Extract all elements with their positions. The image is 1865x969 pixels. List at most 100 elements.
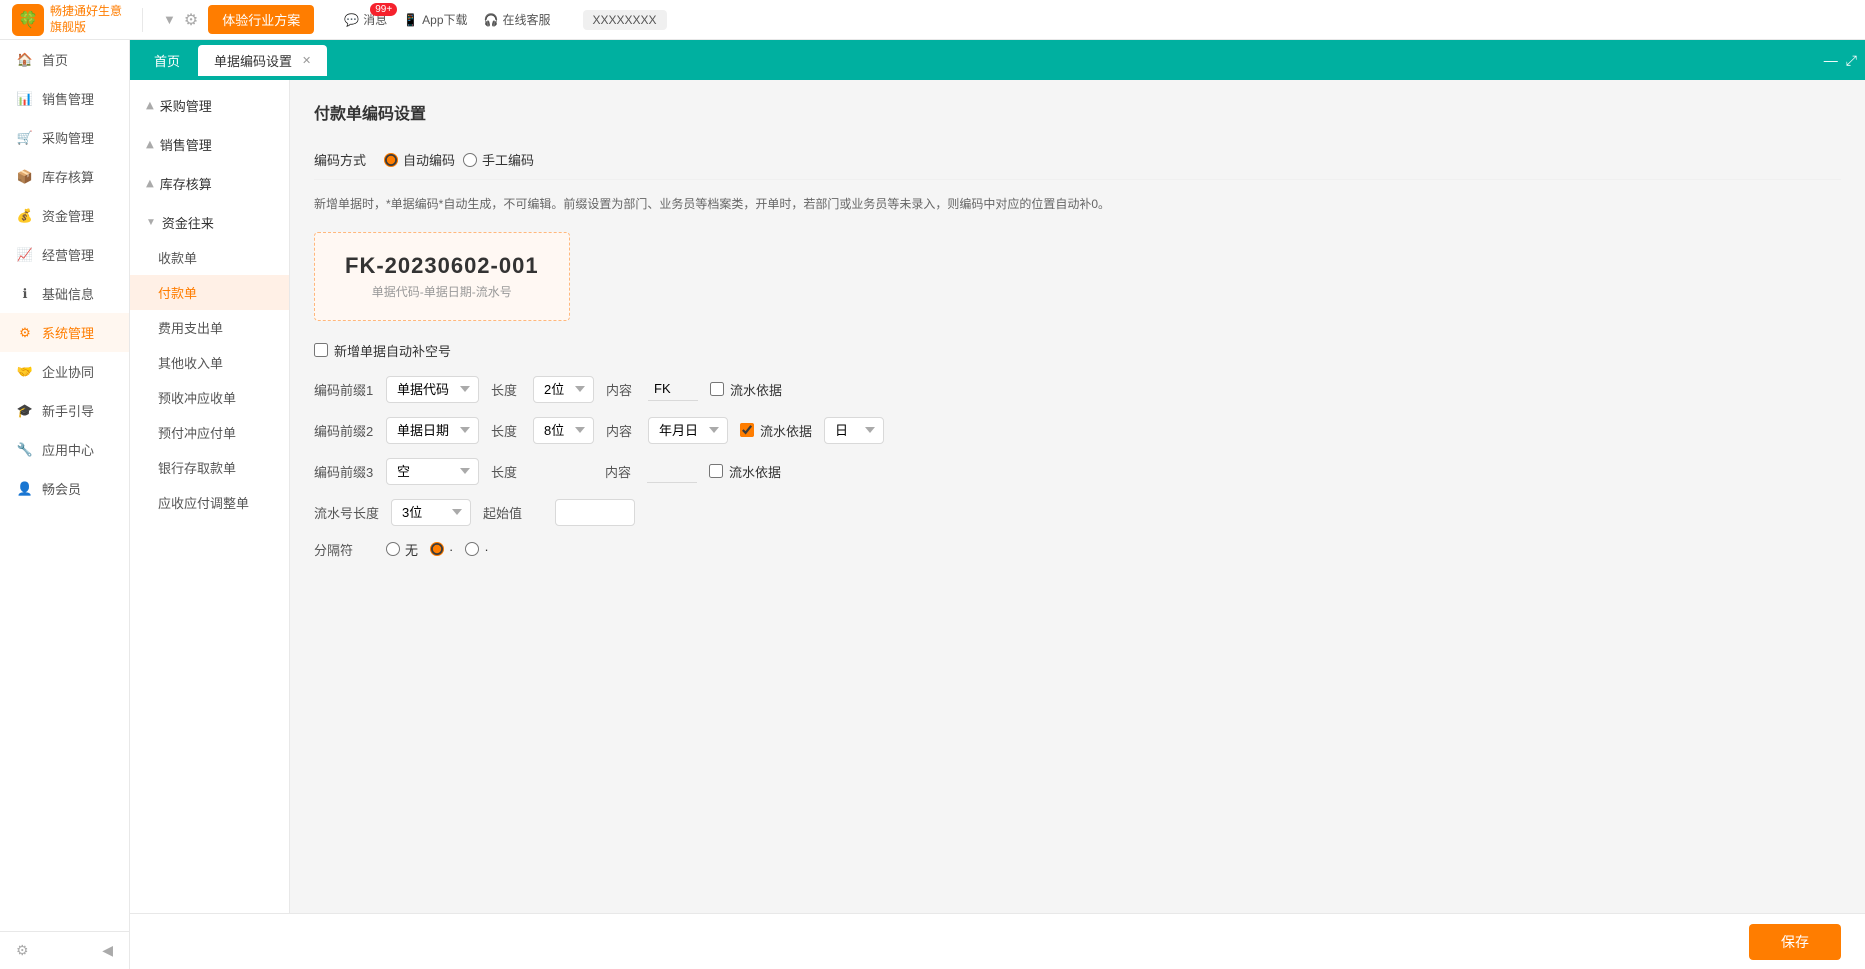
sub-group-inventory: ▶ 库存核算 [130, 166, 289, 201]
sub-sidebar: ▶ 采购管理 ▶ 销售管理 ▶ 库存核算 [130, 80, 290, 913]
sep-none-input[interactable] [386, 542, 400, 556]
sidebar-item-home[interactable]: 🏠 首页 [0, 40, 129, 79]
sep-dot-input[interactable] [430, 542, 444, 556]
app-download-item[interactable]: 📱 App下载 [403, 11, 467, 28]
save-button[interactable]: 保存 [1749, 924, 1841, 960]
sub-item-prepaid-offset[interactable]: 预付冲应付单 [130, 415, 289, 450]
sep-dot2-radio[interactable]: · [465, 542, 488, 557]
page-title: 付款单编码设置 [314, 100, 1841, 124]
serial-start-input[interactable]: 1 [555, 499, 635, 526]
prefix1-serial-checkbox[interactable] [710, 382, 724, 396]
bottom-bar: 保存 [130, 913, 1865, 969]
logo-text: 畅捷通好生意 旗舰版 [50, 4, 122, 35]
user-name[interactable]: XXXXXXXX [583, 10, 667, 30]
serial-length-select[interactable]: 3位 4位 5位 6位 [391, 499, 471, 526]
tab-home[interactable]: 首页 [138, 45, 196, 76]
sidebar-collapse-icon[interactable]: ◀ [102, 942, 113, 959]
prefix2-serial-checkbox[interactable] [740, 423, 754, 437]
prefix2-date-unit-select[interactable]: 日 月 年 [824, 417, 884, 444]
sidebar-item-system[interactable]: ⚙ 系统管理 [0, 313, 129, 352]
radio-manual[interactable]: 手工编码 [463, 150, 534, 169]
prefix-row-3: 编码前缀3 单据代码 单据日期 部门 业务员 空 长度 内容 [314, 458, 1841, 485]
sub-item-other-income[interactable]: 其他收入单 [130, 345, 289, 380]
prefix2-content-select[interactable]: 年月日 年月 年 [648, 417, 728, 444]
prefix3-select[interactable]: 单据代码 单据日期 部门 业务员 空 [386, 458, 479, 485]
prefix1-serial-check[interactable]: 流水依据 [710, 380, 782, 399]
sub-group-title-capital[interactable]: ▼ 资金往来 [130, 205, 289, 240]
sidebar-item-member[interactable]: 👤 畅会员 [0, 469, 129, 508]
sub-item-receipt[interactable]: 收款单 [130, 240, 289, 275]
sub-item-bank-deposit[interactable]: 银行存取款单 [130, 450, 289, 485]
main-layout: 🏠 首页 📊 销售管理 🛒 采购管理 📦 库存核算 💰 资金管理 📈 经营管理 … [0, 40, 1865, 969]
purchase-icon: 🛒 [16, 129, 34, 147]
separator-label: 分隔符 [314, 540, 374, 559]
prefix2-length-select[interactable]: 2位 4位 6位 8位 [533, 417, 594, 444]
message-icon: 💬 [344, 13, 359, 27]
sub-group-purchase: ▶ 采购管理 [130, 88, 289, 123]
sub-item-expense[interactable]: 费用支出单 [130, 310, 289, 345]
sidebar-item-guide[interactable]: 🎓 新手引导 [0, 391, 129, 430]
prefix3-content-input[interactable] [647, 459, 697, 483]
sidebar-item-inventory[interactable]: 📦 库存核算 [0, 157, 129, 196]
radio-auto-input[interactable] [384, 153, 398, 167]
message-badge: 99+ [370, 3, 397, 16]
tab-encoding-settings[interactable]: 单据编码设置 ✕ [198, 45, 327, 76]
sep-dot2-input[interactable] [465, 542, 479, 556]
appcenter-icon: 🔧 [16, 441, 34, 459]
prefix-row-1: 编码前缀1 单据代码 单据日期 部门 业务员 空 长度 2位 4位 6位 8位 [314, 376, 1841, 403]
content-area: 首页 单据编码设置 ✕ — ⤢ ▶ 采购管理 [130, 40, 1865, 969]
tab-maximize-icon[interactable]: ⤢ [1846, 52, 1857, 69]
settings-gear-icon[interactable]: ⚙ [184, 10, 198, 30]
prefix2-select[interactable]: 单据代码 单据日期 部门 业务员 空 [386, 417, 479, 444]
prefix2-content-label: 内容 [606, 421, 636, 440]
sidebar-item-finance[interactable]: 💰 资金管理 [0, 196, 129, 235]
prefix3-label: 编码前缀3 [314, 462, 374, 481]
sidebar-item-baseinfo[interactable]: ℹ 基础信息 [0, 274, 129, 313]
tab-close-icon[interactable]: ✕ [302, 54, 311, 67]
auto-fill-row: 新增单据自动补空号 [314, 341, 1841, 360]
guide-icon: 🎓 [16, 402, 34, 420]
download-icon: 📱 [403, 13, 418, 27]
radio-auto[interactable]: 自动编码 [384, 150, 455, 169]
sidebar-bottom: ⚙ ◀ [0, 931, 129, 969]
sub-item-ar-ap-adjust[interactable]: 应收应付调整单 [130, 485, 289, 520]
prefix1-length-select[interactable]: 2位 4位 6位 8位 [533, 376, 594, 403]
tab-minimize-icon[interactable]: — [1824, 52, 1838, 68]
prefix1-content-input[interactable] [648, 377, 698, 401]
online-service-item[interactable]: 🎧 在线客服 [484, 11, 551, 28]
prefix2-serial-check[interactable]: 流水依据 [740, 421, 812, 440]
sidebar-item-appcenter[interactable]: 🔧 应用中心 [0, 430, 129, 469]
sidebar-item-corp[interactable]: 🤝 企业协同 [0, 352, 129, 391]
sidebar-item-manage[interactable]: 📈 经营管理 [0, 235, 129, 274]
prefix3-content-label: 内容 [605, 462, 635, 481]
auto-fill-label[interactable]: 新增单据自动补空号 [314, 341, 1841, 360]
chevron-icon: ▶ [144, 180, 155, 188]
member-icon: 👤 [16, 480, 34, 498]
sidebar: 🏠 首页 📊 销售管理 🛒 采购管理 📦 库存核算 💰 资金管理 📈 经营管理 … [0, 40, 130, 969]
sub-item-payment[interactable]: 付款单 [130, 275, 289, 310]
sidebar-settings-icon[interactable]: ⚙ [16, 942, 29, 959]
sep-dot-radio[interactable]: · [430, 542, 453, 557]
auto-fill-checkbox[interactable] [314, 343, 328, 357]
app-download-label: App下载 [422, 11, 467, 28]
prefix3-serial-check[interactable]: 流水依据 [709, 462, 781, 481]
sub-group-title-sales[interactable]: ▶ 销售管理 [130, 127, 289, 162]
sidebar-item-sales[interactable]: 📊 销售管理 [0, 79, 129, 118]
code-preview-sub: 单据代码-单据日期-流水号 [345, 283, 539, 300]
sep-none-radio[interactable]: 无 [386, 540, 418, 559]
prefix1-length-label: 长度 [491, 380, 521, 399]
sub-group-title-inventory[interactable]: ▶ 库存核算 [130, 166, 289, 201]
trial-button[interactable]: 体验行业方案 [208, 5, 314, 34]
sub-group-title-purchase[interactable]: ▶ 采购管理 [130, 88, 289, 123]
dropdown-arrow[interactable]: ▼ [163, 12, 176, 27]
inventory-icon: 📦 [16, 168, 34, 186]
baseinfo-icon: ℹ [16, 285, 34, 303]
prefix1-select[interactable]: 单据代码 单据日期 部门 业务员 空 [386, 376, 479, 403]
prefix3-serial-checkbox[interactable] [709, 464, 723, 478]
message-icon-item[interactable]: 💬 消息 99+ [344, 11, 387, 28]
sub-item-prepay-offset[interactable]: 预收冲应收单 [130, 380, 289, 415]
serial-start-label: 起始值 [483, 503, 543, 522]
sidebar-item-purchase[interactable]: 🛒 采购管理 [0, 118, 129, 157]
breadcrumb-area: ▼ ⚙ [163, 10, 198, 30]
radio-manual-input[interactable] [463, 153, 477, 167]
